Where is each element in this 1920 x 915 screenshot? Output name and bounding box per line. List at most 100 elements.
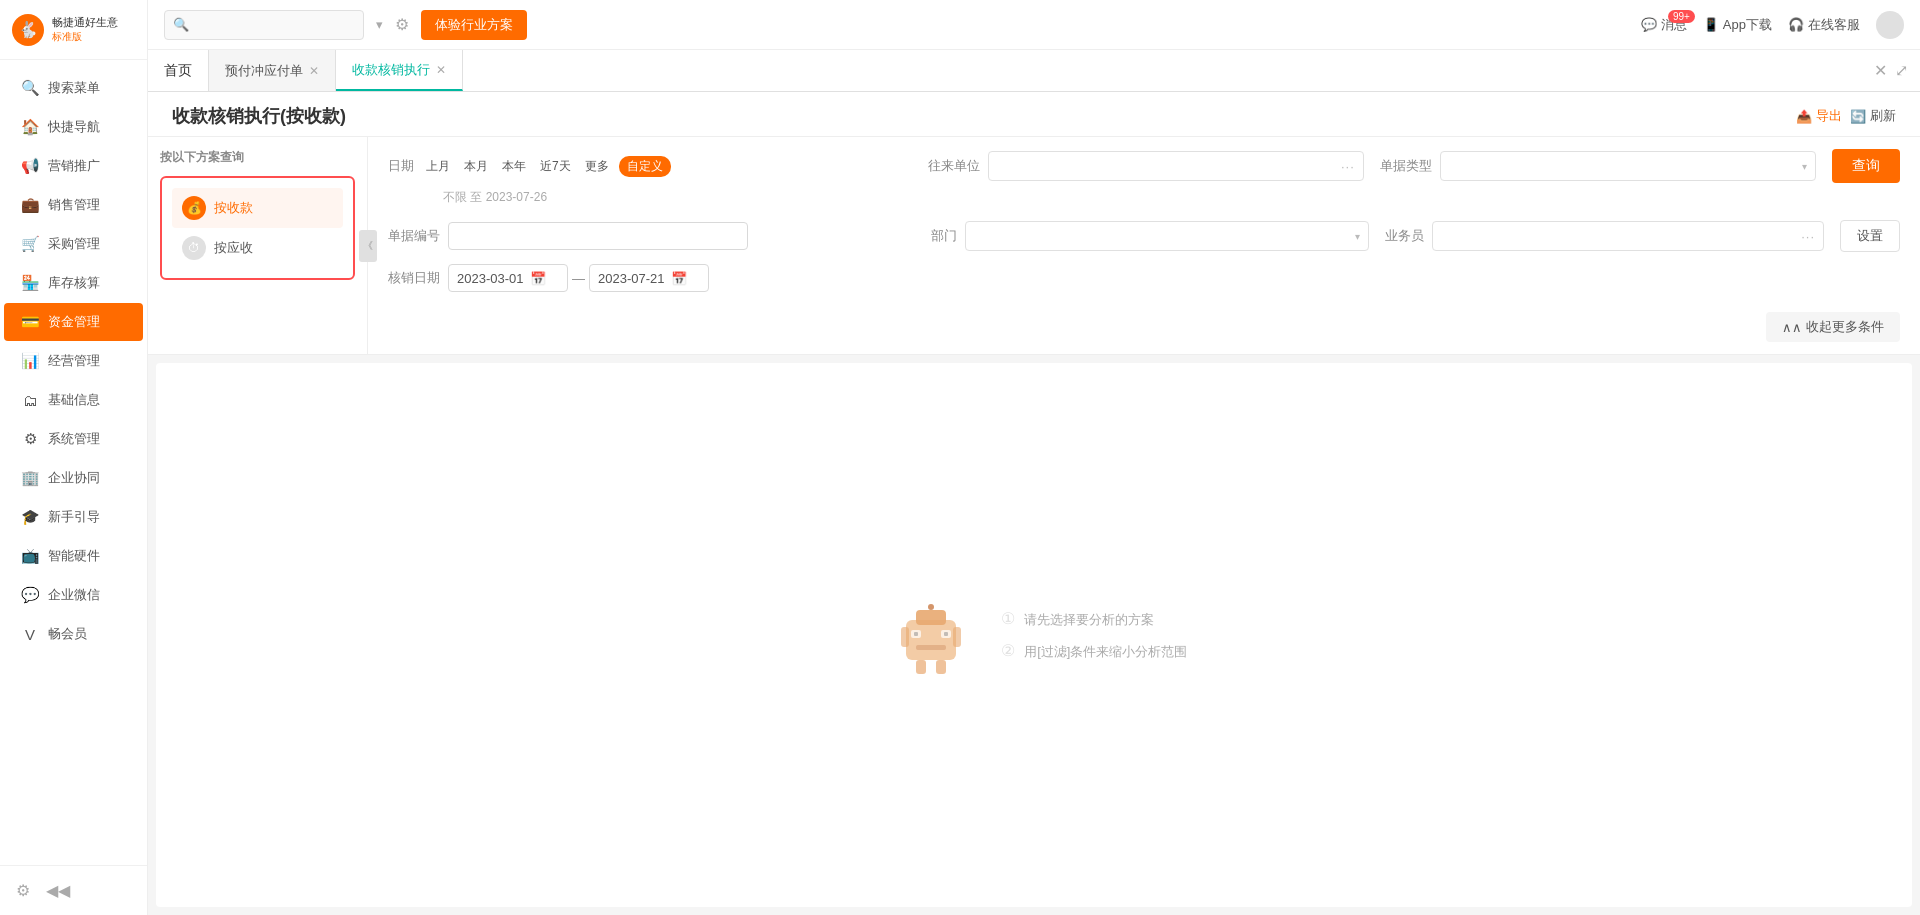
quick-date-custom[interactable]: 自定义	[619, 156, 671, 177]
sidebar-item-purchase[interactable]: 🛒 采购管理	[4, 225, 143, 263]
quick-date-this-year[interactable]: 本年	[498, 156, 530, 177]
enterprise-icon: 🏢	[20, 469, 40, 487]
tab-bar: 首页 预付冲应付单 ✕ 收款核销执行 ✕ ✕ ⤢	[148, 50, 1920, 92]
sidebar-item-inventory[interactable]: 🏪 库存核算	[4, 264, 143, 302]
verify-date-end-input[interactable]: 2023-07-21 📅	[589, 264, 709, 292]
right-filter: 日期 上月 本月 本年 近7天 更多 自定义	[368, 137, 1920, 354]
app-download-btn[interactable]: 📱 App下载	[1703, 16, 1772, 34]
tab-home[interactable]: 首页	[148, 50, 209, 91]
billno-input[interactable]	[448, 222, 748, 250]
collapse-panel-btn[interactable]: 《	[359, 230, 377, 262]
option-by-receivable[interactable]: ⏱ 按应收	[172, 228, 343, 268]
svg-rect-9	[953, 627, 961, 647]
sidebar-item-system-label: 系统管理	[48, 430, 100, 448]
tab-prepayment-label: 预付冲应付单	[225, 62, 303, 80]
partner-select[interactable]: ···	[988, 151, 1364, 181]
quick-date-7days[interactable]: 近7天	[536, 156, 575, 177]
phone-icon: 📱	[1703, 17, 1719, 32]
tab-right-controls: ✕ ⤢	[1862, 50, 1920, 91]
setting-btn[interactable]: 设置	[1840, 220, 1900, 252]
sidebar-item-search-label: 搜索菜单	[48, 79, 100, 97]
collapse-icon: ∧∧	[1782, 320, 1802, 335]
query-btn[interactable]: 查询	[1832, 149, 1900, 183]
calendar-end-icon: 📅	[671, 271, 687, 286]
option-by-receipt-label: 按收款	[214, 199, 253, 217]
operations-icon: 📊	[20, 352, 40, 370]
empty-illustration	[881, 585, 981, 685]
empty-tip-2: ② 用[过滤]条件来缩小分析范围	[1001, 635, 1188, 667]
sidebar-item-quicknav[interactable]: 🏠 快捷导航	[4, 108, 143, 146]
settings-icon[interactable]: ⚙	[16, 881, 30, 900]
logo-area: 🐇 畅捷通好生意 标准版	[0, 0, 147, 60]
page-content: 收款核销执行(按收款) 📤 导出 🔄 刷新 按以下方案查询	[148, 92, 1920, 915]
billtype-select[interactable]: ▾	[1440, 151, 1816, 181]
header-search-bar[interactable]: 🔍	[164, 10, 364, 40]
dept-arrow-icon[interactable]: ▾	[1355, 231, 1360, 242]
svg-rect-0	[906, 620, 956, 660]
sidebar-item-marketing[interactable]: 📢 营销推广	[4, 147, 143, 185]
tab-expand-icon[interactable]: ⤢	[1895, 61, 1908, 80]
refresh-icon: 🔄	[1850, 109, 1866, 124]
refresh-btn[interactable]: 🔄 刷新	[1850, 107, 1896, 125]
sidebar-item-search[interactable]: 🔍 搜索菜单	[4, 69, 143, 107]
salesperson-field-group: 业务员 ···	[1385, 221, 1824, 251]
date-separator: —	[572, 271, 585, 286]
sidebar-item-funds[interactable]: 💳 资金管理	[4, 303, 143, 341]
more-conditions-btn[interactable]: ∧∧ 收起更多条件	[1766, 312, 1900, 342]
sidebar-item-sales-label: 销售管理	[48, 196, 100, 214]
message-icon: 💬	[1641, 17, 1657, 32]
quick-date-last-month[interactable]: 上月	[422, 156, 454, 177]
tab-close-all-icon[interactable]: ✕	[1874, 61, 1887, 80]
verify-date-start-input[interactable]: 2023-03-01 📅	[448, 264, 568, 292]
industry-btn[interactable]: 体验行业方案	[421, 10, 527, 40]
salesperson-dots-icon[interactable]: ···	[1801, 229, 1815, 244]
partner-dots-icon[interactable]: ···	[1341, 159, 1355, 174]
export-btn[interactable]: 📤 导出	[1796, 107, 1842, 125]
svg-rect-8	[901, 627, 909, 647]
filter-row-1: 日期 上月 本月 本年 近7天 更多 自定义	[388, 149, 1900, 183]
tab-prepayment[interactable]: 预付冲应付单 ✕	[209, 50, 336, 91]
message-btn[interactable]: 💬 消息 99+	[1641, 16, 1687, 34]
billtype-arrow-icon[interactable]: ▾	[1802, 161, 1807, 172]
header-dropdown-icon[interactable]: ▾	[376, 17, 383, 32]
sidebar-item-member[interactable]: V 畅会员	[4, 615, 143, 653]
sidebar-item-operations[interactable]: 📊 经营管理	[4, 342, 143, 380]
billtype-field-group: 单据类型 ▾	[1380, 151, 1816, 181]
collapse-sidebar-icon[interactable]: ◀◀	[46, 881, 70, 900]
date-nolimit-text: 不限 至 2023-07-26	[443, 189, 547, 206]
sidebar-item-guide[interactable]: 🎓 新手引导	[4, 498, 143, 536]
date-label: 日期	[388, 157, 414, 175]
svg-rect-6	[944, 632, 948, 636]
header-search-icon: 🔍	[173, 17, 189, 32]
online-service-btn[interactable]: 🎧 在线客服	[1788, 16, 1860, 34]
tab-verify[interactable]: 收款核销执行 ✕	[336, 50, 463, 91]
page-title: 收款核销执行(按收款)	[172, 104, 346, 128]
option-by-receipt[interactable]: 💰 按收款	[172, 188, 343, 228]
inventory-icon: 🏪	[20, 274, 40, 292]
left-panel-title: 按以下方案查询	[160, 149, 355, 166]
sidebar-item-wechat[interactable]: 💬 企业微信	[4, 576, 143, 614]
marketing-icon: 📢	[20, 157, 40, 175]
sidebar-item-enterprise[interactable]: 🏢 企业协同	[4, 459, 143, 497]
user-avatar[interactable]	[1876, 11, 1904, 39]
sidebar-item-hardware[interactable]: 📺 智能硬件	[4, 537, 143, 575]
tab-verify-close[interactable]: ✕	[436, 63, 446, 77]
billno-field-group: 单据编号	[388, 222, 915, 250]
quick-date-this-month[interactable]: 本月	[460, 156, 492, 177]
salesperson-select[interactable]: ···	[1432, 221, 1824, 251]
svg-rect-10	[916, 660, 926, 674]
page-actions: 📤 导出 🔄 刷新	[1796, 107, 1896, 125]
date-field-group: 日期 上月 本月 本年 近7天 更多 自定义	[388, 156, 912, 177]
sidebar-item-system[interactable]: ⚙ 系统管理	[4, 420, 143, 458]
top-header: 🔍 ▾ ⚙ 体验行业方案 💬 消息 99+ 📱 App下载 🎧 在线客服	[148, 0, 1920, 50]
dept-select[interactable]: ▾	[965, 221, 1370, 251]
purchase-icon: 🛒	[20, 235, 40, 253]
search-icon: 🔍	[20, 79, 40, 97]
sidebar-item-basic[interactable]: 🗂 基础信息	[4, 381, 143, 419]
sidebar-item-sales[interactable]: 💼 销售管理	[4, 186, 143, 224]
quick-date-more[interactable]: 更多	[581, 156, 613, 177]
verify-date-start-text: 2023-03-01	[457, 271, 524, 286]
header-gear-icon[interactable]: ⚙	[395, 15, 409, 34]
tab-prepayment-close[interactable]: ✕	[309, 64, 319, 78]
member-icon: V	[20, 626, 40, 643]
